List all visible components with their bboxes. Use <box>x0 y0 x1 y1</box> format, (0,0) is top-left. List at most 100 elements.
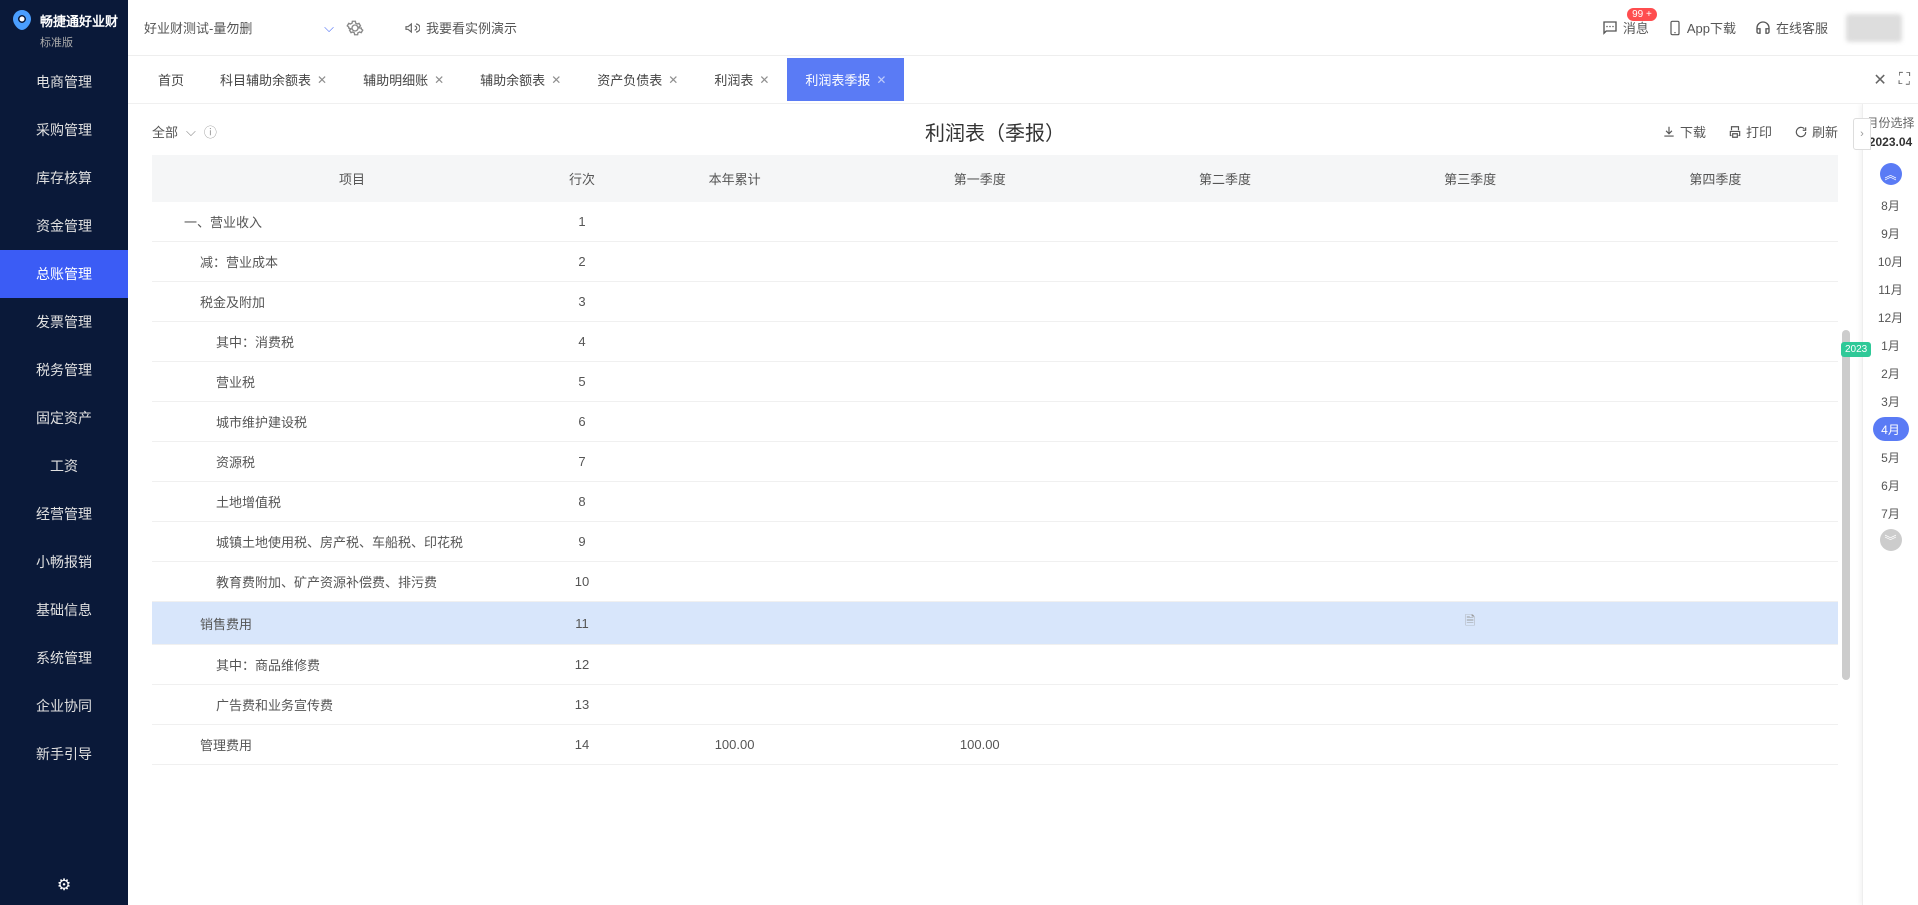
demo-link[interactable]: 我要看实例演示 <box>404 18 517 37</box>
table-row[interactable]: 教育费附加、矿产资源补偿费、排污费10 <box>152 562 1838 602</box>
nav-item[interactable]: 固定资产 <box>0 394 128 442</box>
month-item[interactable]: 3月 <box>1873 389 1909 413</box>
cell: 12 <box>552 645 612 685</box>
cell <box>1102 362 1347 402</box>
tab[interactable]: 资产负债表✕ <box>579 58 696 101</box>
nav-item[interactable]: 企业协同 <box>0 682 128 730</box>
table-row[interactable]: 管理费用14100.00100.00 <box>152 725 1838 765</box>
column-header: 第四季度 <box>1593 155 1838 202</box>
tab-label: 利润表 <box>714 70 753 89</box>
column-header: 第二季度 <box>1102 155 1347 202</box>
close-all-tabs-icon[interactable]: ✕ <box>1873 70 1886 90</box>
document-icon[interactable]: 🗎 <box>1465 613 1475 628</box>
table-row[interactable]: 城市维护建设税6 <box>152 402 1838 442</box>
cell <box>1348 645 1593 685</box>
month-item[interactable]: 6月 <box>1873 473 1909 497</box>
table-row[interactable]: 营业税5 <box>152 362 1838 402</box>
table-row[interactable]: 一、营业收入1 <box>152 202 1838 242</box>
table-row[interactable]: 其中：消费税4 <box>152 322 1838 362</box>
table-row[interactable]: 土地增值税8 <box>152 482 1838 522</box>
messages-button[interactable]: 消息 99 + <box>1601 18 1649 37</box>
cell <box>1348 322 1593 362</box>
month-item[interactable]: 1月 <box>1873 333 1909 357</box>
brand-logo: 畅捷通好业财 <box>0 0 128 34</box>
nav-item[interactable]: 经营管理 <box>0 490 128 538</box>
table-row[interactable]: 销售费用11🗎 <box>152 602 1838 645</box>
refresh-button[interactable]: 刷新 <box>1794 122 1838 141</box>
tab-close-icon[interactable]: ✕ <box>668 73 678 87</box>
nav-item[interactable]: 系统管理 <box>0 634 128 682</box>
tab-close-icon[interactable]: ✕ <box>434 73 444 87</box>
download-icon <box>1662 125 1676 139</box>
tab-close-icon[interactable]: ✕ <box>317 73 327 87</box>
nav-item[interactable]: 基础信息 <box>0 586 128 634</box>
tab-close-icon[interactable]: ✕ <box>551 73 561 87</box>
month-item[interactable]: 7月 <box>1873 501 1909 525</box>
user-avatar[interactable] <box>1846 14 1902 42</box>
nav-item[interactable]: 税务管理 <box>0 346 128 394</box>
month-item[interactable]: 5月 <box>1873 445 1909 469</box>
month-item[interactable]: 2月 <box>1873 361 1909 385</box>
nav-item[interactable]: 采购管理 <box>0 106 128 154</box>
tenant-select[interactable]: 好业财测试-量勿删 ⌵ <box>144 18 384 37</box>
tab[interactable]: 利润表季报 ✕ <box>787 58 904 101</box>
nav-item[interactable]: 工资 <box>0 442 128 490</box>
download-button[interactable]: 下载 <box>1662 122 1706 141</box>
settings-gear-icon[interactable]: ⚙ <box>57 877 71 894</box>
nav-item[interactable]: 小畅报销 <box>0 538 128 586</box>
tab-close-icon[interactable]: ✕ <box>759 73 769 87</box>
tab[interactable]: 辅助余额表✕ <box>462 58 579 101</box>
print-icon <box>1728 125 1742 139</box>
nav-item[interactable]: 新手引导 <box>0 730 128 778</box>
nav-item[interactable]: 发票管理 <box>0 298 128 346</box>
table-row[interactable]: 减：营业成本2 <box>152 242 1838 282</box>
row-name: 城镇土地使用税、房产税、车船税、印花税 <box>160 532 463 551</box>
nav-item[interactable]: 电商管理 <box>0 58 128 106</box>
nav-item[interactable]: 总账管理 <box>0 250 128 298</box>
tab-label: 利润表季报 <box>805 70 870 89</box>
month-item[interactable]: 10月 <box>1873 249 1909 273</box>
cell <box>1102 482 1347 522</box>
row-name: 税金及附加 <box>160 292 265 311</box>
fullscreen-icon[interactable]: ⛶ <box>1899 71 1910 89</box>
vertical-scrollbar[interactable] <box>1842 330 1850 680</box>
nav-item[interactable]: 资金管理 <box>0 202 128 250</box>
table-wrap[interactable]: 项目行次本年累计第一季度第二季度第三季度第四季度 一、营业收入1减：营业成本2税… <box>152 155 1838 905</box>
brand-edition: 标准版 <box>0 34 128 58</box>
print-button[interactable]: 打印 <box>1728 122 1772 141</box>
month-item[interactable]: 8月 <box>1873 193 1909 217</box>
collapse-month-panel-icon[interactable]: › <box>1853 118 1871 150</box>
table-row[interactable]: 城镇土地使用税、房产税、车船税、印花税9 <box>152 522 1838 562</box>
month-scroll-up-icon[interactable]: ︽ <box>1880 163 1902 185</box>
table-row[interactable]: 其中：商品维修费12 <box>152 645 1838 685</box>
tab[interactable]: 辅助明细账✕ <box>345 58 462 101</box>
cell <box>612 482 857 522</box>
refresh-icon <box>1794 125 1808 139</box>
cell <box>1102 282 1347 322</box>
cell <box>857 482 1102 522</box>
month-item[interactable]: 12月 <box>1873 305 1909 329</box>
tab[interactable]: 科目辅助余额表✕ <box>202 58 345 101</box>
column-header: 项目 <box>152 155 552 202</box>
cell: 10 <box>552 562 612 602</box>
cell <box>612 562 857 602</box>
tab[interactable]: 利润表 ✕ <box>696 58 787 101</box>
help-icon[interactable]: ⓘ <box>204 122 217 141</box>
app-download-button[interactable]: App下载 <box>1667 18 1736 37</box>
tab-close-icon[interactable]: ✕ <box>876 73 886 87</box>
table-row[interactable]: 资源税7 <box>152 442 1838 482</box>
month-item[interactable]: 9月 <box>1873 221 1909 245</box>
customer-service-button[interactable]: 在线客服 <box>1754 18 1828 37</box>
nav-item[interactable]: 库存核算 <box>0 154 128 202</box>
month-scroll-down-icon[interactable]: ︾ <box>1880 529 1902 551</box>
month-item[interactable]: 4月 <box>1873 417 1909 441</box>
tenant-settings-icon[interactable] <box>346 19 364 37</box>
table-row[interactable]: 税金及附加3 <box>152 282 1838 322</box>
table-row[interactable]: 广告费和业务宣传费13 <box>152 685 1838 725</box>
month-item[interactable]: 11月 <box>1873 277 1909 301</box>
cell <box>857 282 1102 322</box>
cell <box>1348 482 1593 522</box>
tab[interactable]: 首页 <box>140 58 202 101</box>
filter-all[interactable]: 全部 ⌵ ⓘ <box>152 122 217 141</box>
report-table: 项目行次本年累计第一季度第二季度第三季度第四季度 一、营业收入1减：营业成本2税… <box>152 155 1838 765</box>
